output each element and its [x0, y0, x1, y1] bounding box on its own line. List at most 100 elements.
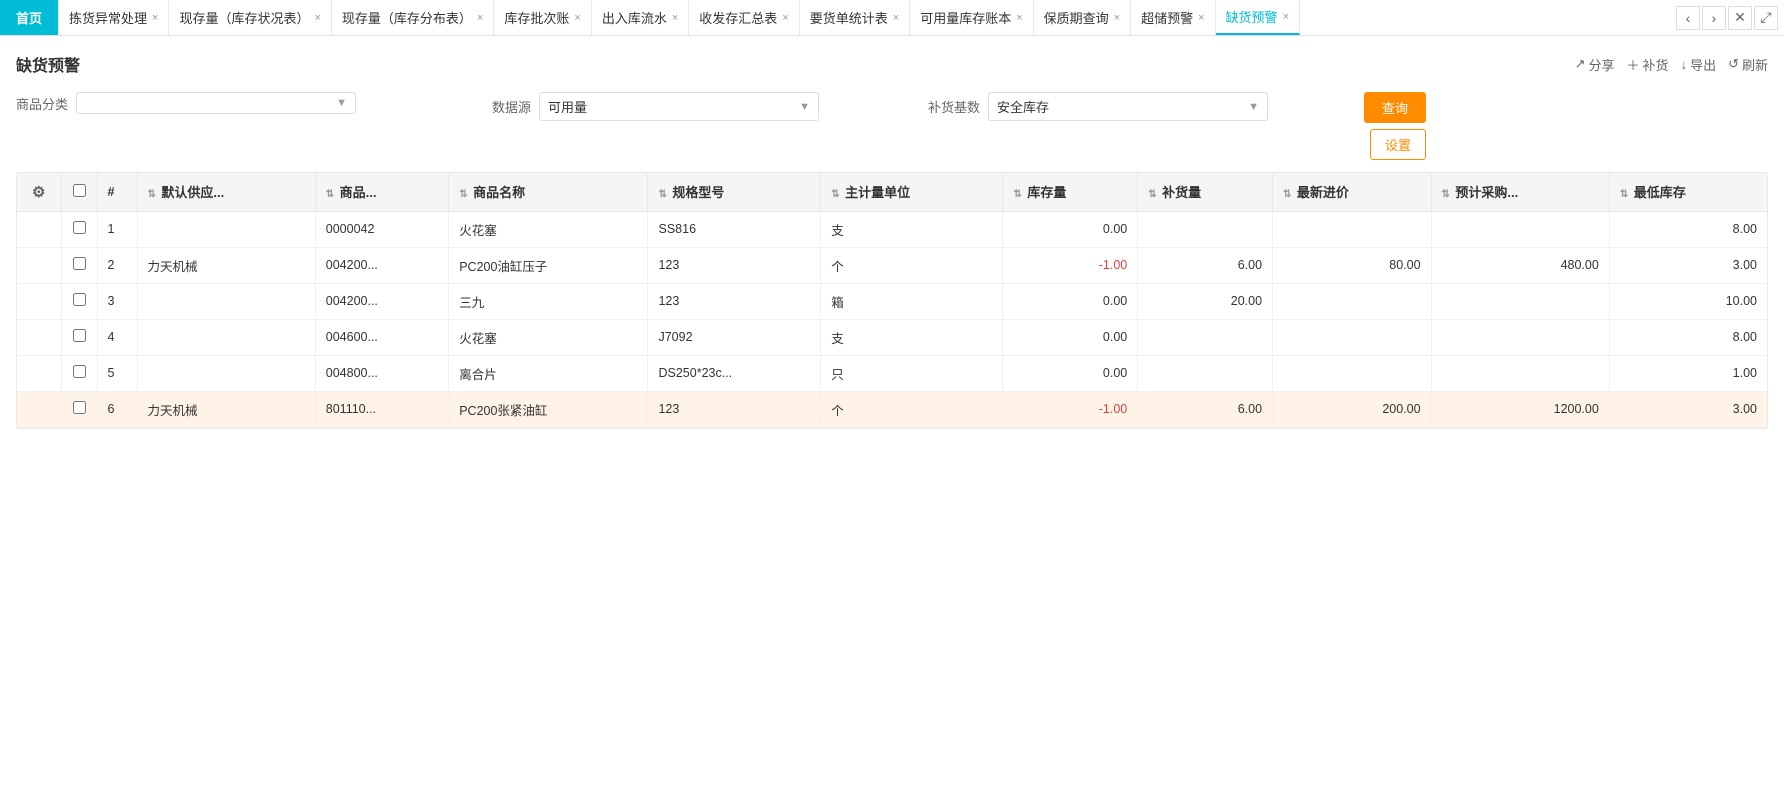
- row-checkbox-cell[interactable]: [61, 319, 97, 355]
- row-goods-code: 0000042: [315, 211, 448, 247]
- row-settings-cell: [17, 355, 61, 391]
- row-checkbox-1[interactable]: [73, 257, 86, 270]
- row-checkbox-cell[interactable]: [61, 283, 97, 319]
- row-unit: 个: [821, 247, 1003, 283]
- replenish-button[interactable]: 补货: [1627, 55, 1669, 74]
- table-row[interactable]: 4 004600... 火花塞 J7092 支 0.00 8.00: [17, 319, 1767, 355]
- table-row[interactable]: 6 力天机械 801110... PC200张紧油缸 123 个 -1.00 6…: [17, 391, 1767, 427]
- category-select[interactable]: ▼: [76, 92, 356, 114]
- datasource-select[interactable]: 可用量 ▼: [539, 92, 819, 121]
- settings-gear-icon[interactable]: ⚙: [32, 184, 45, 201]
- row-checkbox-4[interactable]: [73, 365, 86, 378]
- row-checkbox-0[interactable]: [73, 221, 86, 234]
- table-row[interactable]: 1 0000042 火花塞 SS816 支 0.00 8.00: [17, 211, 1767, 247]
- close-tab-11[interactable]: ×: [1283, 11, 1289, 23]
- settings-button[interactable]: 设置: [1370, 129, 1426, 160]
- close-tab-9[interactable]: ×: [1114, 12, 1120, 24]
- replenish-select[interactable]: 安全库存 ▼: [988, 92, 1268, 121]
- close-tab-6[interactable]: ×: [782, 12, 788, 24]
- sort-price-icon[interactable]: ⇅: [1283, 189, 1291, 200]
- sort-code-icon[interactable]: ⇅: [326, 189, 334, 200]
- row-goods-code: 004200...: [315, 283, 448, 319]
- col-settings[interactable]: ⚙: [17, 173, 61, 211]
- row-goods-name: PC200油缸压子: [449, 247, 648, 283]
- row-goods-name: 离合片: [449, 355, 648, 391]
- nav-tab-7[interactable]: 要货单统计表 ×: [800, 0, 910, 35]
- close-tab-10[interactable]: ×: [1198, 12, 1204, 24]
- row-stock: -1.00: [1003, 391, 1138, 427]
- nav-tab-1[interactable]: 拣货异常处理 ×: [59, 0, 169, 35]
- row-est-purchase: [1431, 283, 1609, 319]
- nav-tab-6[interactable]: 收发存汇总表 ×: [689, 0, 799, 35]
- nav-close-btn[interactable]: ✕: [1728, 6, 1752, 30]
- nav-tab-8[interactable]: 可用量库存账本 ×: [910, 0, 1033, 35]
- nav-tab-5[interactable]: 出入库流水 ×: [592, 0, 689, 35]
- row-checkbox-3[interactable]: [73, 329, 86, 342]
- row-latest-price: [1273, 355, 1432, 391]
- col-replenish-qty: ⇅ 补货量: [1138, 173, 1273, 211]
- nav-tab-2[interactable]: 现存量（库存状况表） ×: [169, 0, 331, 35]
- close-tab-3[interactable]: ×: [477, 12, 483, 24]
- row-checkbox-cell[interactable]: [61, 355, 97, 391]
- nav-next-btn[interactable]: ›: [1702, 6, 1726, 30]
- row-spec: 123: [648, 247, 821, 283]
- row-replenish-qty: [1138, 319, 1273, 355]
- refresh-button[interactable]: 刷新: [1728, 55, 1768, 74]
- table-row[interactable]: 2 力天机械 004200... PC200油缸压子 123 个 -1.00 6…: [17, 247, 1767, 283]
- close-tab-7[interactable]: ×: [893, 12, 899, 24]
- col-stock: ⇅ 库存量: [1003, 173, 1138, 211]
- row-min-stock: 3.00: [1609, 391, 1767, 427]
- row-num: 2: [97, 247, 137, 283]
- sort-min-icon[interactable]: ⇅: [1620, 189, 1628, 200]
- row-spec: J7092: [648, 319, 821, 355]
- col-est-purchase: ⇅ 预计采购...: [1431, 173, 1609, 211]
- page-header: 缺货预警 分享 补货 导出 刷新: [16, 52, 1768, 76]
- sort-name-icon[interactable]: ⇅: [459, 189, 467, 200]
- nav-tab-4[interactable]: 库存批次账 ×: [494, 0, 591, 35]
- nav-tab-9[interactable]: 保质期查询 ×: [1034, 0, 1131, 35]
- sort-stock-icon[interactable]: ⇅: [1013, 189, 1021, 200]
- close-tab-4[interactable]: ×: [574, 12, 580, 24]
- row-replenish-qty: 6.00: [1138, 247, 1273, 283]
- nav-prev-btn[interactable]: ‹: [1676, 6, 1700, 30]
- close-tab-2[interactable]: ×: [314, 12, 320, 24]
- export-icon: [1681, 57, 1688, 72]
- table-row[interactable]: 3 004200... 三九 123 箱 0.00 20.00 10.00: [17, 283, 1767, 319]
- row-checkbox-cell[interactable]: [61, 247, 97, 283]
- col-goods-code: ⇅ 商品...: [315, 173, 448, 211]
- share-icon: [1575, 56, 1586, 72]
- close-tab-1[interactable]: ×: [152, 12, 158, 24]
- sort-supplier-icon[interactable]: ⇅: [148, 189, 156, 200]
- close-tab-8[interactable]: ×: [1016, 12, 1022, 24]
- row-min-stock: 10.00: [1609, 283, 1767, 319]
- row-settings-cell: [17, 319, 61, 355]
- sort-spec-icon[interactable]: ⇅: [658, 189, 666, 200]
- row-checkbox-cell[interactable]: [61, 211, 97, 247]
- row-checkbox-cell[interactable]: [61, 391, 97, 427]
- nav-fullscreen-btn[interactable]: ⤢: [1754, 6, 1778, 30]
- sort-unit-icon[interactable]: ⇅: [831, 189, 839, 200]
- share-button[interactable]: 分享: [1575, 55, 1615, 74]
- row-spec: SS816: [648, 211, 821, 247]
- row-checkbox-2[interactable]: [73, 293, 86, 306]
- nav-tab-3[interactable]: 现存量（库存分布表） ×: [332, 0, 494, 35]
- col-latest-price: ⇅ 最新进价: [1273, 173, 1432, 211]
- query-button[interactable]: 查询: [1364, 92, 1426, 123]
- row-spec: 123: [648, 391, 821, 427]
- table-row[interactable]: 5 004800... 离合片 DS250*23c... 只 0.00 1.00: [17, 355, 1767, 391]
- close-tab-5[interactable]: ×: [672, 12, 678, 24]
- row-stock: 0.00: [1003, 355, 1138, 391]
- row-num: 4: [97, 319, 137, 355]
- nav-tab-10[interactable]: 超储预警 ×: [1131, 0, 1215, 35]
- export-button[interactable]: 导出: [1681, 55, 1717, 74]
- sort-replenish-icon[interactable]: ⇅: [1148, 189, 1156, 200]
- nav-tab-home[interactable]: 首页: [0, 0, 59, 35]
- nav-tab-11[interactable]: 缺货预警 ×: [1216, 0, 1300, 35]
- row-checkbox-5[interactable]: [73, 401, 86, 414]
- row-settings-cell: [17, 391, 61, 427]
- data-table-wrapper: ⚙ # ⇅ 默认供应... ⇅ 商品... ⇅: [16, 172, 1768, 429]
- row-settings-cell: [17, 283, 61, 319]
- select-all-checkbox[interactable]: [73, 184, 86, 197]
- row-est-purchase: 480.00: [1431, 247, 1609, 283]
- sort-est-icon[interactable]: ⇅: [1442, 189, 1450, 200]
